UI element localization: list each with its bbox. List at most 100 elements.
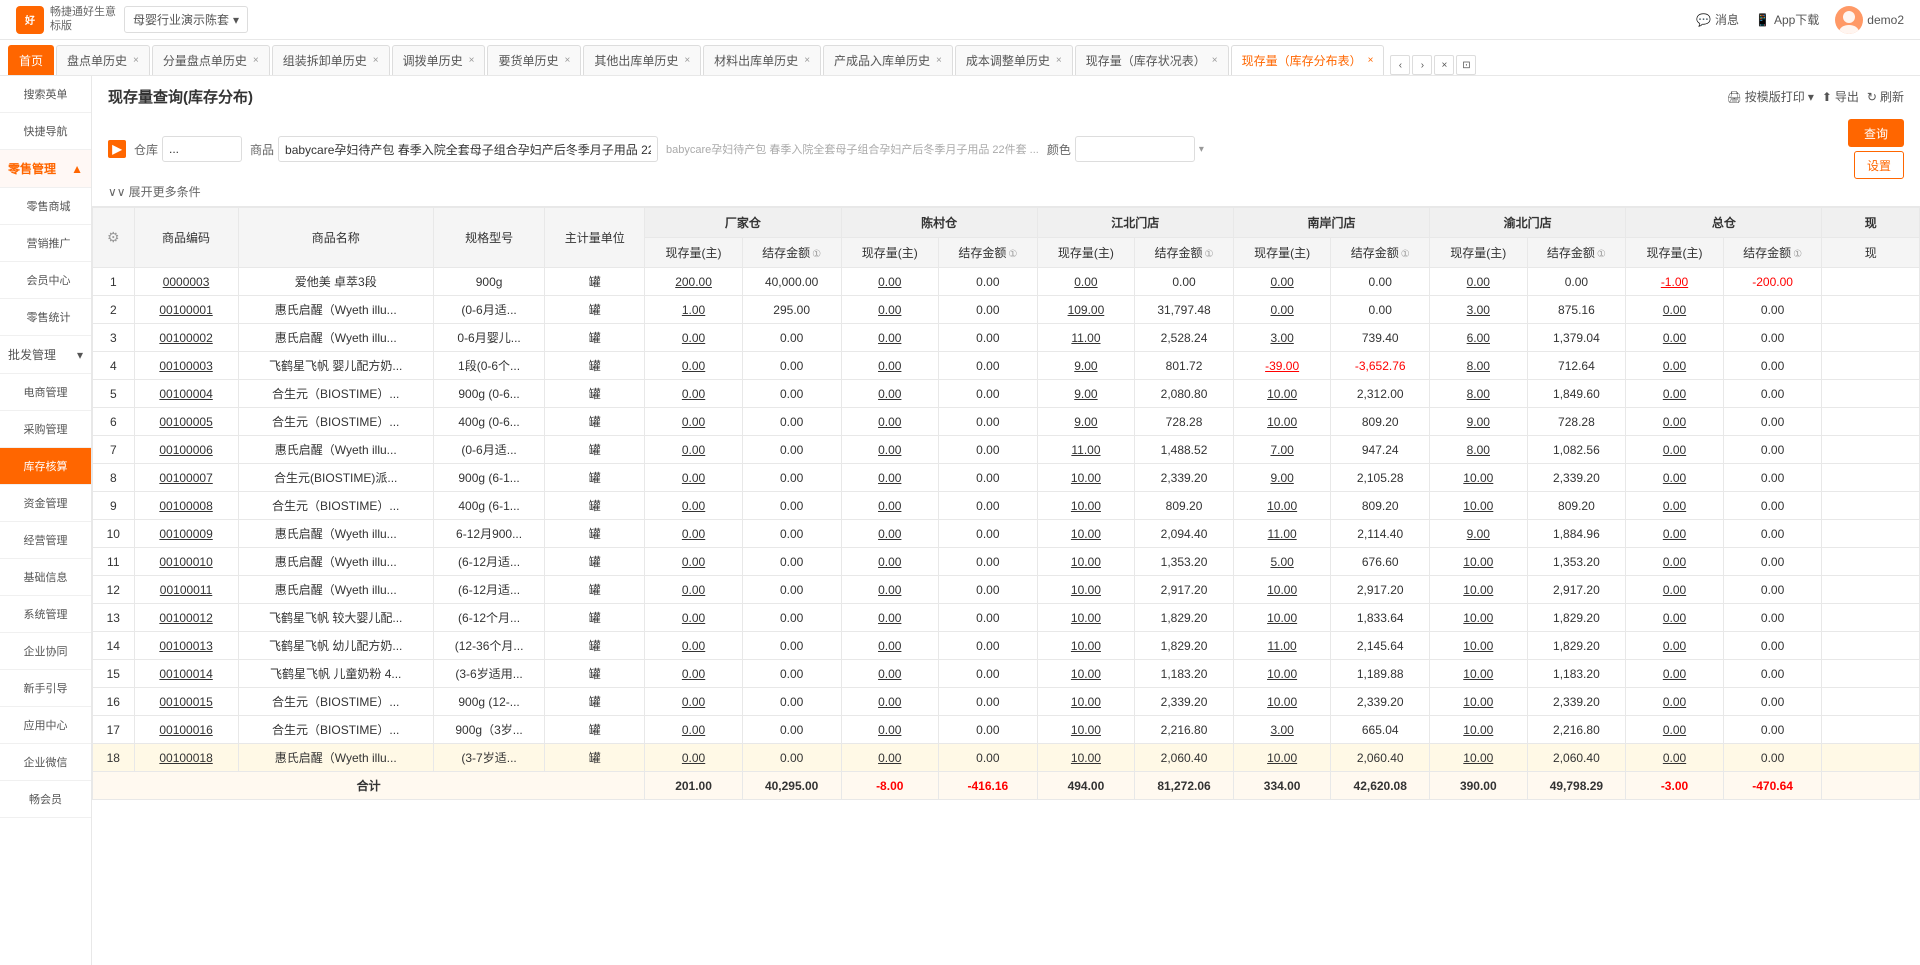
sidebar-item-member[interactable]: 畅会员	[0, 781, 91, 818]
table-cell[interactable]: 00100004	[134, 380, 238, 408]
sidebar-item-search[interactable]: 搜索英单	[0, 76, 91, 113]
tab-11-active[interactable]: 现存量（库存分布表） ×	[1231, 45, 1385, 75]
warehouse-input[interactable]	[162, 136, 242, 162]
sidebar-item-finance[interactable]: 资金管理	[0, 485, 91, 522]
close-icon[interactable]: ×	[564, 55, 570, 66]
table-cell[interactable]: 惠氏启醒（Wyeth illu...	[238, 576, 433, 604]
sidebar-item-appcenter[interactable]: 应用中心	[0, 707, 91, 744]
table-cell[interactable]: 00100011	[134, 576, 238, 604]
table-cell[interactable]: 18	[93, 744, 135, 772]
sidebar-item-wechat[interactable]: 企业微信	[0, 744, 91, 781]
export-btn[interactable]: ⬆ 导出	[1822, 88, 1859, 105]
close-icon[interactable]: ×	[1212, 55, 1218, 66]
table-cell[interactable]: 飞鹤星飞帆 较大婴儿配...	[238, 604, 433, 632]
sidebar-item-collab[interactable]: 企业协同	[0, 633, 91, 670]
sidebar-item-ecommerce[interactable]: 电商管理	[0, 374, 91, 411]
table-cell[interactable]: 惠氏启醒（Wyeth illu...	[238, 436, 433, 464]
sidebar-item-quicknav[interactable]: 快捷导航	[0, 113, 91, 150]
table-cell[interactable]: 17	[93, 716, 135, 744]
table-cell[interactable]: 合生元（BIOSTIME）...	[238, 380, 433, 408]
table-cell[interactable]: 惠氏启醒（Wyeth illu...	[238, 548, 433, 576]
table-cell[interactable]: 14	[93, 632, 135, 660]
nav-expand-btn[interactable]: ⊡	[1456, 55, 1476, 75]
table-cell[interactable]: 爱他美 卓萃3段	[238, 268, 433, 296]
sidebar-item-inventory[interactable]: 库存核算	[0, 448, 91, 485]
sidebar-item-members[interactable]: 会员中心	[0, 262, 91, 299]
close-icon[interactable]: ×	[133, 55, 139, 66]
sidebar-item-wholesale[interactable]: 批发管理 ▾	[0, 336, 91, 374]
nav-next-btn[interactable]: ›	[1412, 55, 1432, 75]
table-cell[interactable]: 合生元(BIOSTIME)派...	[238, 464, 433, 492]
product-input[interactable]	[278, 136, 658, 162]
toggle-btn[interactable]: ▶	[108, 140, 126, 158]
table-cell[interactable]: 00100008	[134, 492, 238, 520]
sidebar-item-purchase[interactable]: 采购管理	[0, 411, 91, 448]
table-cell[interactable]: 飞鹤星飞帆 幼儿配方奶...	[238, 632, 433, 660]
close-icon[interactable]: ×	[469, 55, 475, 66]
table-cell[interactable]: 飞鹤星飞帆 儿童奶粉 4...	[238, 660, 433, 688]
table-cell[interactable]: 00100016	[134, 716, 238, 744]
table-cell[interactable]: 合生元（BIOSTIME）...	[238, 688, 433, 716]
industry-selector[interactable]: 母婴行业演示陈套 ▾	[124, 6, 248, 33]
table-container[interactable]: ⚙ 商品编码 商品名称 规格型号 主计量单位 厂家仓 陈村仓 江北门店 南岸门店…	[92, 207, 1920, 965]
table-cell[interactable]: 00100014	[134, 660, 238, 688]
app-download-btn[interactable]: 📱 App下载	[1755, 11, 1819, 28]
message-btn[interactable]: 💬 消息	[1696, 11, 1739, 28]
table-cell[interactable]: 00100005	[134, 408, 238, 436]
table-cell[interactable]: 合生元（BIOSTIME）...	[238, 716, 433, 744]
tab-9[interactable]: 成本调整单历史 ×	[955, 45, 1073, 75]
table-cell[interactable]: 合生元（BIOSTIME）...	[238, 408, 433, 436]
table-cell[interactable]: 3	[93, 324, 135, 352]
tab-10[interactable]: 现存量（库存状况表） ×	[1075, 45, 1229, 75]
table-cell[interactable]: 5	[93, 380, 135, 408]
table-cell[interactable]: 0000003	[134, 268, 238, 296]
tab-7[interactable]: 材料出库单历史 ×	[703, 45, 821, 75]
tab-3[interactable]: 组装拆卸单历史 ×	[272, 45, 390, 75]
sidebar-item-operations[interactable]: 经营管理	[0, 522, 91, 559]
table-cell[interactable]: 00100009	[134, 520, 238, 548]
table-cell[interactable]: 9	[93, 492, 135, 520]
expand-filter-btn[interactable]: ∨∨ 展开更多条件	[108, 183, 1904, 200]
print-btn[interactable]: 🖨 按模版打印 ▾	[1727, 88, 1814, 105]
color-input[interactable]	[1075, 136, 1195, 162]
table-cell[interactable]: 10	[93, 520, 135, 548]
close-icon[interactable]: ×	[1056, 55, 1062, 66]
table-cell[interactable]: 7	[93, 436, 135, 464]
refresh-btn[interactable]: ↻ 刷新	[1867, 88, 1904, 105]
sidebar-item-retail-mall[interactable]: 零售商城	[0, 188, 91, 225]
close-icon[interactable]: ×	[804, 55, 810, 66]
sidebar-item-system[interactable]: 系统管理	[0, 596, 91, 633]
table-cell[interactable]: 飞鹤星飞帆 婴儿配方奶...	[238, 352, 433, 380]
table-cell[interactable]: 6	[93, 408, 135, 436]
sidebar-item-retail-mgmt[interactable]: 零售管理 ▲	[0, 150, 91, 188]
sidebar-item-guide[interactable]: 新手引导	[0, 670, 91, 707]
table-cell[interactable]: 15	[93, 660, 135, 688]
table-cell[interactable]: 00100006	[134, 436, 238, 464]
table-cell[interactable]: 4	[93, 352, 135, 380]
table-cell[interactable]: 00100001	[134, 296, 238, 324]
table-cell[interactable]: 1	[93, 268, 135, 296]
close-icon[interactable]: ×	[1368, 55, 1374, 66]
sidebar-item-retail-stats[interactable]: 零售统计	[0, 299, 91, 336]
tab-5[interactable]: 要货单历史 ×	[487, 45, 581, 75]
sidebar-item-basicinfo[interactable]: 基础信息	[0, 559, 91, 596]
table-cell[interactable]: 惠氏启醒（Wyeth illu...	[238, 744, 433, 772]
close-icon[interactable]: ×	[684, 55, 690, 66]
tab-8[interactable]: 产成品入库单历史 ×	[823, 45, 953, 75]
tab-4[interactable]: 调拨单历史 ×	[392, 45, 486, 75]
query-button[interactable]: 查询	[1848, 119, 1904, 147]
tab-6[interactable]: 其他出库单历史 ×	[583, 45, 701, 75]
user-area[interactable]: demo2	[1835, 6, 1904, 34]
nav-prev-btn[interactable]: ‹	[1390, 55, 1410, 75]
table-cell[interactable]: 13	[93, 604, 135, 632]
tab-home[interactable]: 首页	[8, 45, 54, 75]
nav-close-btn[interactable]: ×	[1434, 55, 1454, 75]
table-cell[interactable]: 00100015	[134, 688, 238, 716]
table-cell[interactable]: 2	[93, 296, 135, 324]
table-cell[interactable]: 11	[93, 548, 135, 576]
table-cell[interactable]: 惠氏启醒（Wyeth illu...	[238, 296, 433, 324]
table-cell[interactable]: 00100003	[134, 352, 238, 380]
table-cell[interactable]: 12	[93, 576, 135, 604]
close-icon[interactable]: ×	[253, 55, 259, 66]
table-cell[interactable]: 00100010	[134, 548, 238, 576]
